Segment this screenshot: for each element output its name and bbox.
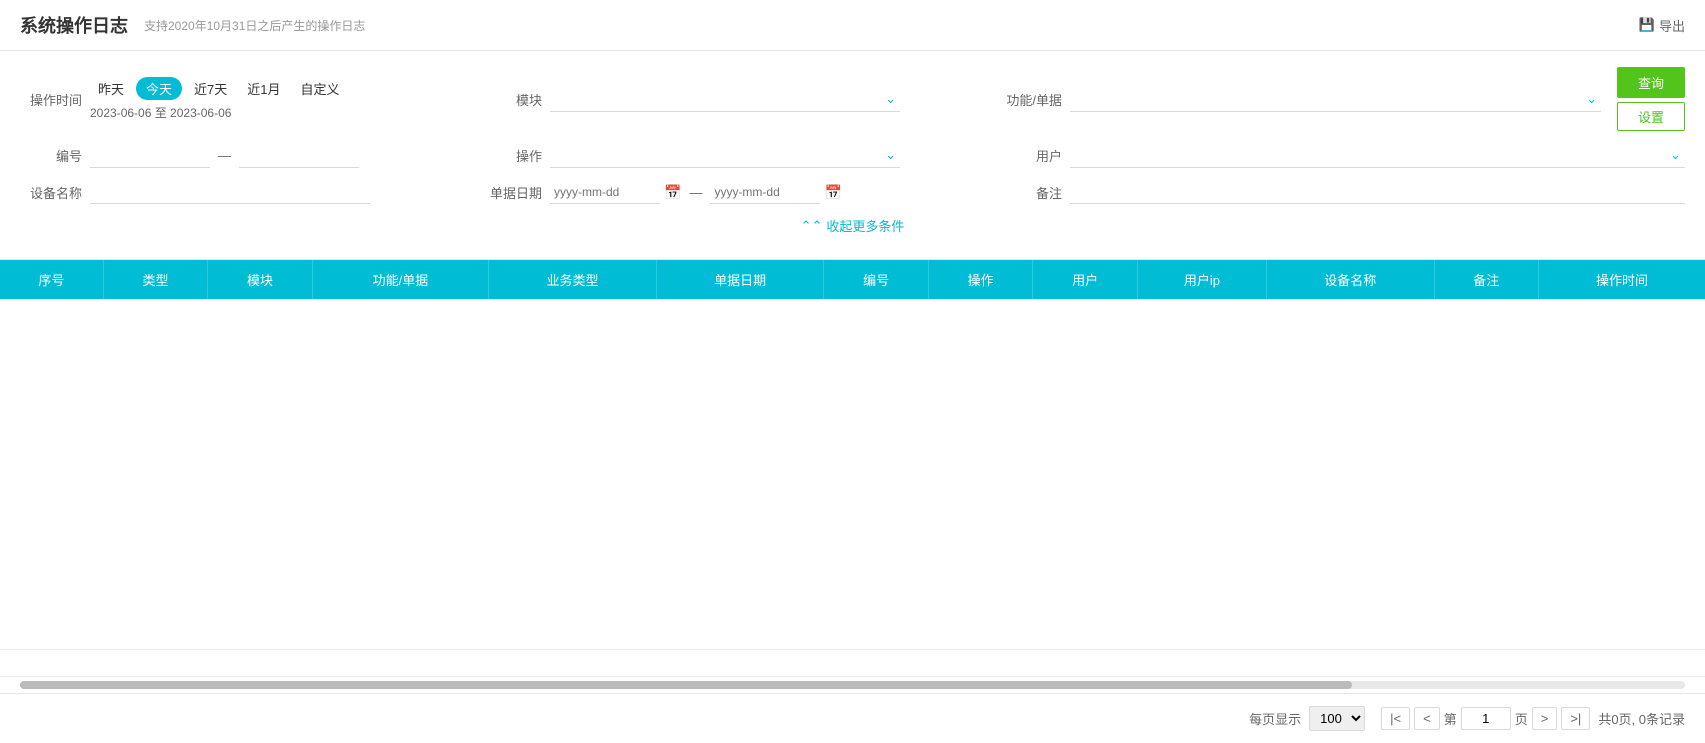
page-unit: 页 (1515, 709, 1528, 728)
filter-area: 操作时间 昨天 今天 近7天 近1月 自定义 2023-06-06 至 2023… (0, 51, 1705, 260)
scrollbar-area[interactable] (0, 676, 1705, 693)
remark-input[interactable] (1070, 180, 1685, 204)
number-input-start[interactable] (90, 144, 210, 168)
collapse-label: 收起更多条件 (826, 216, 904, 235)
col-op-time: 操作时间 (1539, 260, 1705, 299)
page-size-select[interactable]: 100 (1309, 706, 1365, 731)
calendar-end-icon[interactable]: 📅 (824, 184, 841, 201)
device-filter-label: 设备名称 (20, 183, 90, 202)
query-button[interactable]: 查询 (1617, 67, 1685, 98)
col-remark: 备注 (1434, 260, 1538, 299)
per-page-label: 每页显示 (1249, 709, 1301, 728)
collapse-icon: ⌃⌃ (801, 218, 823, 234)
col-index: 序号 (0, 260, 103, 299)
export-button[interactable]: 💾 导出 (1639, 16, 1685, 35)
calendar-start-icon[interactable]: 📅 (664, 184, 681, 201)
function-select[interactable]: ⌄ (1070, 87, 1601, 112)
table-header-row: 序号 类型 模块 功能/单据 业务类型 单据日期 编号 操作 用户 用户ip 设… (0, 260, 1705, 299)
first-page-button[interactable]: |< (1381, 707, 1410, 730)
number-filter-label: 编号 (20, 146, 90, 165)
export-icon: 💾 (1639, 17, 1655, 33)
col-user-ip: 用户ip (1137, 260, 1266, 299)
doc-date-separator: — (681, 185, 710, 200)
doc-date-end-group: 📅 (710, 181, 841, 204)
col-type: 类型 (103, 260, 207, 299)
time-range-text: 2023-06-06 至 2023-06-06 (90, 104, 348, 121)
settings-button[interactable]: 设置 (1617, 102, 1685, 131)
doc-date-filter-label: 单据日期 (480, 183, 550, 202)
time-btn-yesterday[interactable]: 昨天 (90, 77, 132, 100)
page-title: 系统操作日志 (20, 12, 128, 38)
col-module: 模块 (208, 260, 312, 299)
collapse-bar: ⌃⌃ 收起更多条件 (20, 212, 1685, 243)
col-device: 设备名称 (1266, 260, 1434, 299)
function-filter-label: 功能/单据 (1000, 90, 1070, 109)
col-operation: 操作 (928, 260, 1032, 299)
prev-page-button[interactable]: < (1414, 707, 1440, 730)
time-filter-label: 操作时间 (20, 90, 90, 109)
table-container: 序号 类型 模块 功能/单据 业务类型 单据日期 编号 操作 用户 用户ip 设… (0, 260, 1705, 676)
pagination-bar: 每页显示 100 |< < 第 页 > >| 共0页, 0条记录 (0, 693, 1705, 743)
operation-filter-label: 操作 (480, 146, 550, 165)
time-btn-custom[interactable]: 自定义 (293, 77, 348, 100)
col-number: 编号 (824, 260, 928, 299)
number-input-end[interactable] (239, 144, 359, 168)
page-number-input[interactable] (1461, 707, 1511, 730)
scrollbar-thumb (20, 681, 1352, 689)
time-options: 昨天 今天 近7天 近1月 自定义 2023-06-06 至 2023-06-0… (90, 77, 348, 121)
module-select[interactable]: ⌄ (550, 87, 900, 112)
data-table: 序号 类型 模块 功能/单据 业务类型 单据日期 编号 操作 用户 用户ip 设… (0, 260, 1705, 650)
operation-dropdown-icon: ⌄ (885, 147, 900, 163)
time-btn-today[interactable]: 今天 (136, 77, 182, 100)
user-filter-label: 用户 (1000, 146, 1070, 165)
user-select[interactable]: ⌄ (1070, 143, 1685, 168)
col-user: 用户 (1033, 260, 1137, 299)
function-dropdown-icon: ⌄ (1586, 91, 1601, 107)
operation-select[interactable]: ⌄ (550, 143, 900, 168)
pagination-nav: |< < 第 页 > >| (1381, 707, 1590, 730)
next-page-button[interactable]: > (1532, 707, 1558, 730)
collapse-button[interactable]: ⌃⌃ 收起更多条件 (801, 216, 905, 235)
empty-data-area (0, 299, 1705, 649)
doc-date-end-input[interactable] (710, 181, 820, 204)
doc-date-start-input[interactable] (550, 181, 660, 204)
col-function: 功能/单据 (312, 260, 488, 299)
page-subtitle: 支持2020年10月31日之后产生的操作日志 (144, 17, 365, 34)
page-total: 共0页, 0条记录 (1598, 709, 1685, 728)
export-label: 导出 (1659, 16, 1685, 35)
col-biz-type: 业务类型 (489, 260, 657, 299)
col-doc-date: 单据日期 (656, 260, 824, 299)
module-filter-label: 模块 (480, 90, 550, 109)
number-separator: — (210, 148, 239, 163)
scrollbar-track (20, 681, 1685, 689)
user-dropdown-icon: ⌄ (1670, 147, 1685, 163)
module-dropdown-icon: ⌄ (885, 91, 900, 107)
remark-filter-label: 备注 (1000, 183, 1070, 202)
time-btn-7days[interactable]: 近7天 (186, 77, 235, 100)
device-input[interactable] (90, 180, 370, 204)
doc-date-start-group: 📅 (550, 181, 681, 204)
last-page-button[interactable]: >| (1561, 707, 1590, 730)
time-btn-1month[interactable]: 近1月 (239, 77, 288, 100)
page-label: 第 (1444, 709, 1457, 728)
